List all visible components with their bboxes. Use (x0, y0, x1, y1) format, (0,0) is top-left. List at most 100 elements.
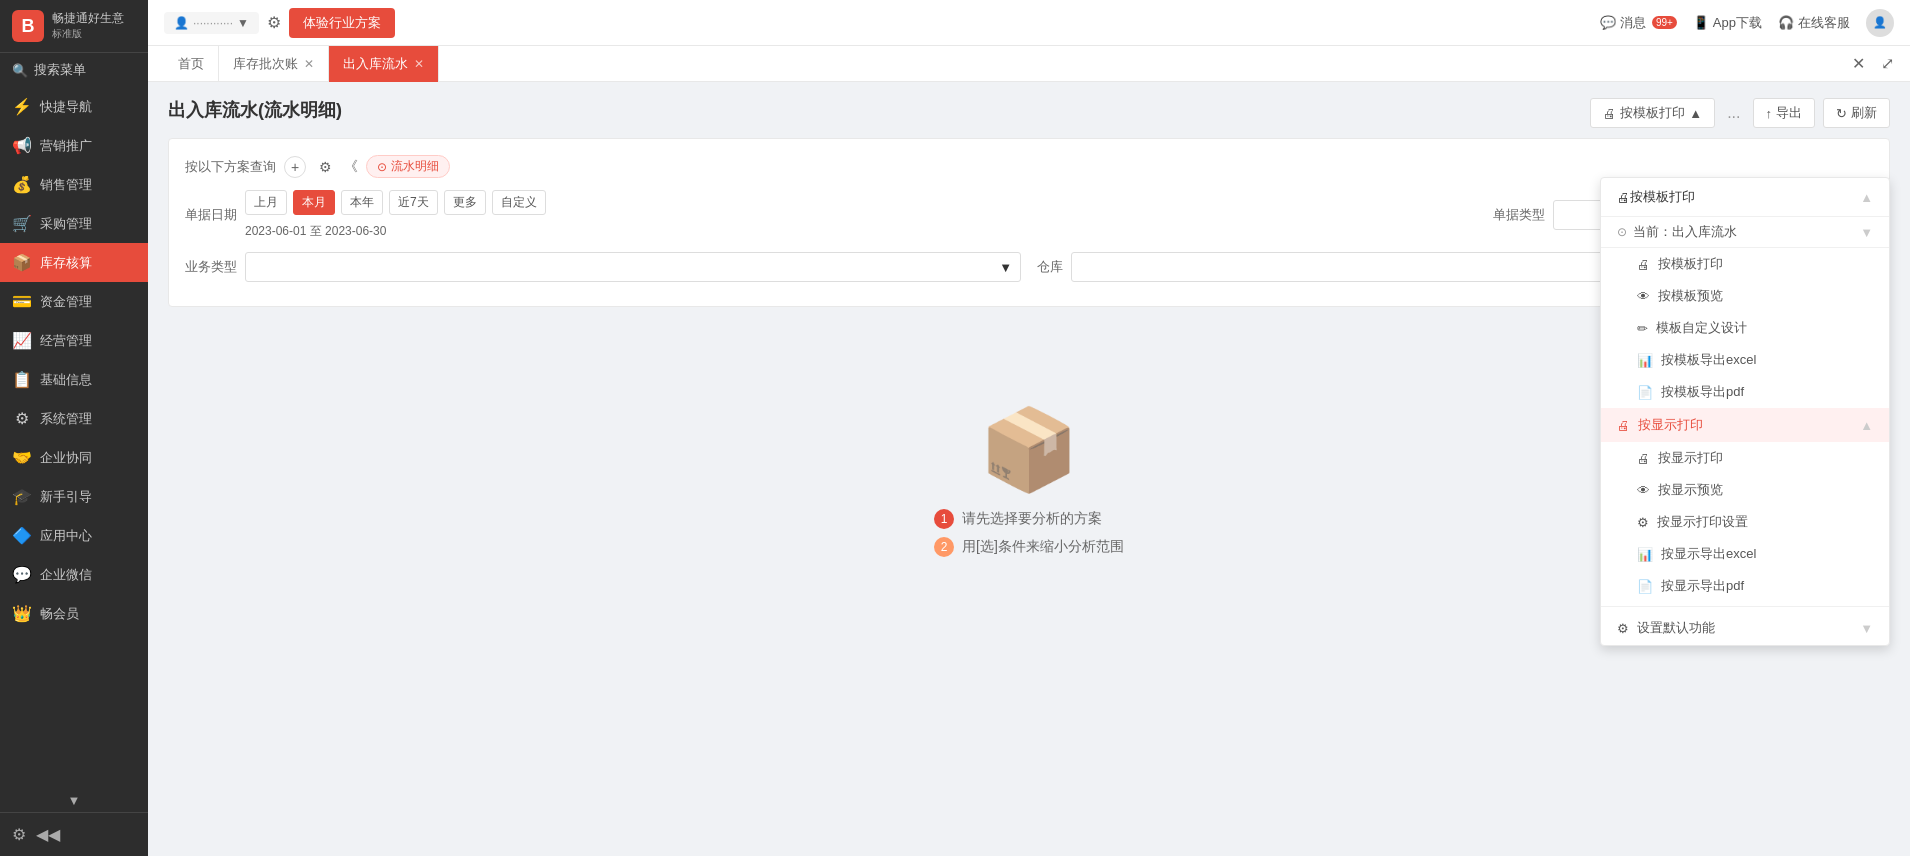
date-current-month[interactable]: 本月 (293, 190, 335, 215)
avatar-image: 👤 (1873, 16, 1887, 29)
display-preview-item[interactable]: 👁 按显示预览 (1601, 474, 1889, 506)
step-1-text: 请先选择要分析的方案 (962, 510, 1102, 528)
tab-flow-close[interactable]: ✕ (414, 57, 424, 71)
sidebar-item-marketing[interactable]: 📢 营销推广 (0, 126, 148, 165)
date-filter-field: 单据日期 上月 本月 本年 近7天 更多 自定义 2023-06-01 至 20… (185, 190, 1477, 240)
print-template-label: 按模板打印 (1620, 104, 1685, 122)
chevron-up-section-icon: ▲ (1860, 418, 1873, 433)
sidebar-item-vip[interactable]: 👑 畅会员 (0, 594, 148, 633)
sidebar-item-label: 畅会员 (40, 605, 79, 623)
message-btn[interactable]: 💬 消息 99+ (1600, 14, 1677, 32)
wechat-icon: 💬 (12, 565, 32, 584)
user-area[interactable]: 👤 ············ ▼ (164, 12, 259, 34)
filter-header: 按以下方案查询 + ⚙ 《 ⊙ 流水明细 (185, 155, 1873, 178)
template-custom-label: 模板自定义设计 (1656, 319, 1747, 337)
settings-icon[interactable]: ⚙ (12, 825, 26, 844)
chevron-down-icon-2: ▼ (999, 260, 1012, 275)
tab-flow-label: 出入库流水 (343, 55, 408, 73)
business-type-select[interactable]: ▼ (245, 252, 1021, 282)
sidebar-search[interactable]: 🔍 搜索菜单 (0, 53, 148, 87)
message-badge: 99+ (1652, 16, 1677, 29)
template-print-item[interactable]: 🖨 按模板打印 (1601, 248, 1889, 280)
filter-collapse-btn[interactable]: 《 (344, 158, 358, 176)
sidebar-item-operations[interactable]: 📈 经营管理 (0, 321, 148, 360)
display-print-item[interactable]: 🖨 按显示打印 (1601, 442, 1889, 474)
sidebar-item-cooperation[interactable]: 🤝 企业协同 (0, 438, 148, 477)
online-service-btn[interactable]: 🎧 在线客服 (1778, 14, 1850, 32)
template-export-pdf-item[interactable]: 📄 按模板导出pdf (1601, 376, 1889, 408)
sidebar-item-guide[interactable]: 🎓 新手引导 (0, 477, 148, 516)
sidebar-item-apps[interactable]: 🔷 应用中心 (0, 516, 148, 555)
sidebar-item-sales[interactable]: 💰 销售管理 (0, 165, 148, 204)
template-print-icon: 🖨 (1637, 257, 1650, 272)
sidebar-item-inventory[interactable]: 📦 库存核算 (0, 243, 148, 282)
sidebar-item-label: 资金管理 (40, 293, 92, 311)
filter-add-btn[interactable]: + (284, 156, 306, 178)
more-options-icon[interactable]: ... (1723, 104, 1744, 122)
dropdown-divider (1601, 606, 1889, 607)
step-2-text: 用[选]条件来缩小分析范围 (962, 538, 1124, 556)
print-template-btn[interactable]: 🖨 按模板打印 ▲ (1590, 98, 1715, 128)
template-preview-icon: 👁 (1637, 289, 1650, 304)
empty-step-1: 1 请先选择要分析的方案 (934, 509, 1124, 529)
date-recent-7[interactable]: 近7天 (389, 190, 438, 215)
date-custom[interactable]: 自定义 (492, 190, 546, 215)
basic-icon: 📋 (12, 370, 32, 389)
vip-icon: 👑 (12, 604, 32, 623)
date-options-group: 上月 本月 本年 近7天 更多 自定义 (245, 190, 546, 215)
sidebar-item-purchase[interactable]: 🛒 采购管理 (0, 204, 148, 243)
template-preview-item[interactable]: 👁 按模板预览 (1601, 280, 1889, 312)
industry-btn[interactable]: 体验行业方案 (289, 8, 395, 38)
collapse-sidebar-icon[interactable]: ◀◀ (36, 825, 60, 844)
set-default-item[interactable]: ⚙ 设置默认功能 ▼ (1601, 611, 1889, 645)
export-btn[interactable]: ↑ 导出 (1753, 98, 1816, 128)
sidebar-scroll-down[interactable]: ▼ (0, 789, 148, 812)
refresh-icon: ↻ (1836, 106, 1847, 121)
sidebar-item-label: 基础信息 (40, 371, 92, 389)
empty-icon: 📦 (979, 403, 1079, 497)
date-current-year[interactable]: 本年 (341, 190, 383, 215)
refresh-btn[interactable]: ↻ 刷新 (1823, 98, 1890, 128)
expand-window-icon[interactable]: ⤢ (1877, 50, 1898, 77)
date-more[interactable]: 更多 (444, 190, 486, 215)
filter-tag-icon: ⊙ (377, 160, 387, 174)
template-custom-item[interactable]: ✏ 模板自定义设计 (1601, 312, 1889, 344)
filter-active-tag[interactable]: ⊙ 流水明细 (366, 155, 450, 178)
warehouse-label: 仓库 (1037, 258, 1063, 276)
sidebar-item-finance[interactable]: 💳 资金管理 (0, 282, 148, 321)
tab-batch-close[interactable]: ✕ (304, 57, 314, 71)
chevron-up-icon: ▲ (1689, 106, 1702, 121)
date-prev-month[interactable]: 上月 (245, 190, 287, 215)
sidebar-item-label: 销售管理 (40, 176, 92, 194)
template-excel-label: 按模板导出excel (1661, 351, 1756, 369)
tabs-right-controls: ✕ ⤢ (1848, 50, 1910, 77)
display-print-section-header[interactable]: 🖨 按显示打印 ▲ (1601, 408, 1889, 442)
filter-setting-btn[interactable]: ⚙ (314, 156, 336, 178)
tab-flow[interactable]: 出入库流水 ✕ (329, 46, 439, 82)
gear-icon[interactable]: ⚙ (267, 13, 281, 32)
template-pdf-label: 按模板导出pdf (1661, 383, 1744, 401)
close-window-icon[interactable]: ✕ (1848, 50, 1869, 77)
phone-icon: 📱 (1693, 15, 1709, 30)
display-print-setting-item[interactable]: ⚙ 按显示打印设置 (1601, 506, 1889, 538)
app-download-btn[interactable]: 📱 App下载 (1693, 14, 1762, 32)
display-export-excel-item[interactable]: 📊 按显示导出excel (1601, 538, 1889, 570)
printer-icon-header: 🖨 (1617, 190, 1630, 205)
search-label: 搜索菜单 (34, 61, 86, 79)
app-download-label: App下载 (1713, 14, 1762, 32)
template-export-excel-item[interactable]: 📊 按模板导出excel (1601, 344, 1889, 376)
chevron-up-panel-icon[interactable]: ▲ (1860, 190, 1873, 205)
tab-batch[interactable]: 库存批次账 ✕ (219, 46, 329, 82)
sidebar-item-wechat[interactable]: 💬 企业微信 (0, 555, 148, 594)
quick-nav-icon: ⚡ (12, 97, 32, 116)
avatar[interactable]: 👤 (1866, 9, 1894, 37)
display-setting-icon: ⚙ (1637, 515, 1649, 530)
message-label: 消息 (1620, 14, 1646, 32)
display-section-label: 按显示打印 (1638, 416, 1703, 434)
sidebar-item-basic[interactable]: 📋 基础信息 (0, 360, 148, 399)
sidebar-item-quick-nav[interactable]: ⚡ 快捷导航 (0, 87, 148, 126)
tab-home[interactable]: 首页 (164, 46, 219, 82)
display-export-pdf-item[interactable]: 📄 按显示导出pdf (1601, 570, 1889, 602)
sidebar-item-system[interactable]: ⚙ 系统管理 (0, 399, 148, 438)
system-icon: ⚙ (12, 409, 32, 428)
